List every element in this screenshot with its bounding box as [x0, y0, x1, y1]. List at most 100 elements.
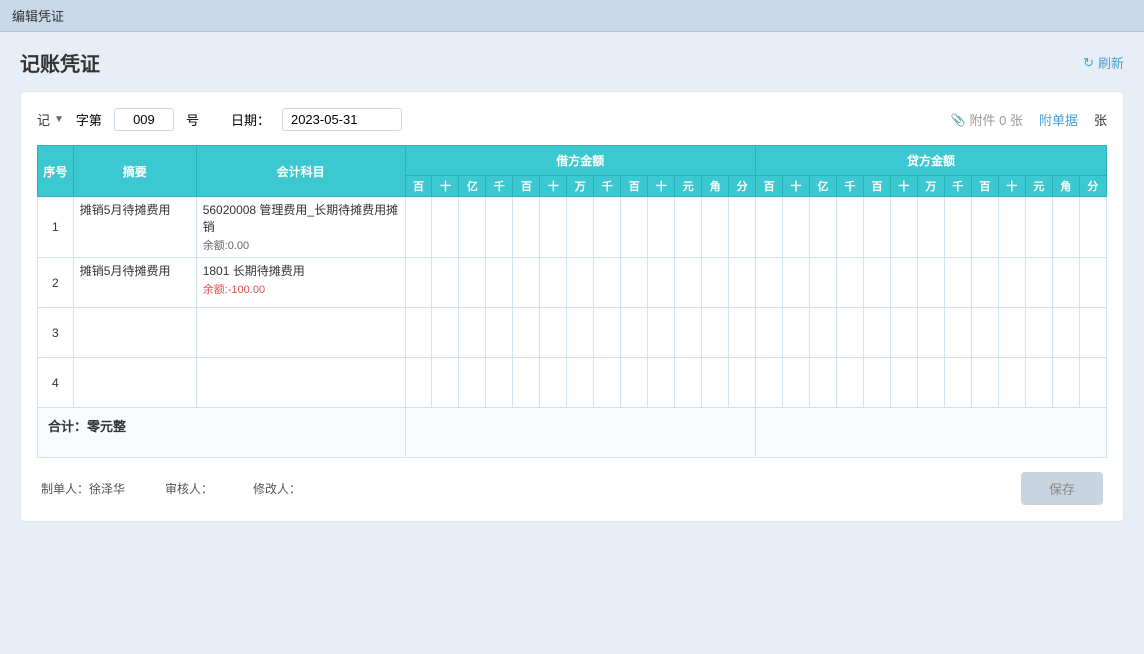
row-0-debit-10[interactable]: [675, 197, 702, 258]
row-0-debit-1[interactable]: [432, 197, 459, 258]
row-1-debit-3[interactable]: [486, 258, 513, 308]
attachment-link[interactable]: 📎 附件 0 张: [951, 110, 1023, 129]
row-3-debit-2[interactable]: [459, 358, 486, 408]
row-0-credit-1[interactable]: [783, 197, 810, 258]
row-0-credit-3[interactable]: [837, 197, 864, 258]
row-1-credit-11[interactable]: [1052, 258, 1079, 308]
row-1-debit-7[interactable]: [594, 258, 621, 308]
row-3-debit-0[interactable]: [405, 358, 432, 408]
row-2-debit-6[interactable]: [567, 308, 594, 358]
row-0-credit-9[interactable]: [998, 197, 1025, 258]
row-2-debit-12[interactable]: [729, 308, 756, 358]
row-1-summary[interactable]: 摊销5月待摊费用: [73, 258, 196, 308]
row-2-credit-0[interactable]: [756, 308, 783, 358]
row-0-credit-10[interactable]: [1025, 197, 1052, 258]
row-3-debit-9[interactable]: [648, 358, 675, 408]
row-0-credit-12[interactable]: [1079, 197, 1106, 258]
row-1-debit-11[interactable]: [702, 258, 729, 308]
row-0-debit-4[interactable]: [513, 197, 540, 258]
row-1-credit-5[interactable]: [890, 258, 917, 308]
row-2-credit-10[interactable]: [1025, 308, 1052, 358]
row-3-debit-3[interactable]: [486, 358, 513, 408]
row-2-credit-11[interactable]: [1052, 308, 1079, 358]
row-1-debit-2[interactable]: [459, 258, 486, 308]
row-0-credit-7[interactable]: [944, 197, 971, 258]
row-1-credit-12[interactable]: [1079, 258, 1106, 308]
save-button[interactable]: 保存: [1021, 472, 1103, 505]
row-0-debit-6[interactable]: [567, 197, 594, 258]
row-3-debit-8[interactable]: [621, 358, 648, 408]
row-0-debit-12[interactable]: [729, 197, 756, 258]
row-3-account[interactable]: [196, 358, 405, 408]
row-0-account[interactable]: 56020008 管理费用_长期待摊费用摊销余额:0.00: [196, 197, 405, 258]
single-doc-button[interactable]: 附单据: [1039, 110, 1078, 129]
row-3-credit-3[interactable]: [837, 358, 864, 408]
row-2-credit-6[interactable]: [917, 308, 944, 358]
voucher-type-select[interactable]: 记 ▼: [37, 110, 64, 129]
row-2-credit-7[interactable]: [944, 308, 971, 358]
row-3-debit-1[interactable]: [432, 358, 459, 408]
row-3-credit-2[interactable]: [810, 358, 837, 408]
date-input[interactable]: [282, 108, 402, 131]
row-2-credit-1[interactable]: [783, 308, 810, 358]
row-2-debit-1[interactable]: [432, 308, 459, 358]
row-3-debit-11[interactable]: [702, 358, 729, 408]
row-0-credit-6[interactable]: [917, 197, 944, 258]
row-3-credit-10[interactable]: [1025, 358, 1052, 408]
row-3-credit-9[interactable]: [998, 358, 1025, 408]
row-0-debit-8[interactable]: [621, 197, 648, 258]
row-2-credit-2[interactable]: [810, 308, 837, 358]
row-0-credit-2[interactable]: [810, 197, 837, 258]
row-3-debit-5[interactable]: [540, 358, 567, 408]
row-0-debit-9[interactable]: [648, 197, 675, 258]
row-1-debit-1[interactable]: [432, 258, 459, 308]
row-1-credit-4[interactable]: [863, 258, 890, 308]
row-1-credit-7[interactable]: [944, 258, 971, 308]
row-0-credit-11[interactable]: [1052, 197, 1079, 258]
row-3-credit-7[interactable]: [944, 358, 971, 408]
row-0-summary[interactable]: 摊销5月待摊费用: [73, 197, 196, 258]
row-3-debit-12[interactable]: [729, 358, 756, 408]
row-3-credit-5[interactable]: [890, 358, 917, 408]
row-1-credit-6[interactable]: [917, 258, 944, 308]
row-2-credit-3[interactable]: [837, 308, 864, 358]
row-2-debit-4[interactable]: [513, 308, 540, 358]
row-0-credit-8[interactable]: [971, 197, 998, 258]
row-0-credit-5[interactable]: [890, 197, 917, 258]
row-0-debit-0[interactable]: [405, 197, 432, 258]
row-1-debit-9[interactable]: [648, 258, 675, 308]
row-2-credit-4[interactable]: [863, 308, 890, 358]
row-3-debit-6[interactable]: [567, 358, 594, 408]
row-0-debit-2[interactable]: [459, 197, 486, 258]
row-1-credit-0[interactable]: [756, 258, 783, 308]
row-0-debit-5[interactable]: [540, 197, 567, 258]
row-1-debit-0[interactable]: [405, 258, 432, 308]
row-0-debit-7[interactable]: [594, 197, 621, 258]
row-1-credit-2[interactable]: [810, 258, 837, 308]
row-1-debit-8[interactable]: [621, 258, 648, 308]
row-1-debit-12[interactable]: [729, 258, 756, 308]
row-1-credit-10[interactable]: [1025, 258, 1052, 308]
row-0-debit-11[interactable]: [702, 197, 729, 258]
voucher-number-input[interactable]: [114, 108, 174, 131]
row-2-debit-2[interactable]: [459, 308, 486, 358]
row-1-debit-10[interactable]: [675, 258, 702, 308]
row-3-credit-1[interactable]: [783, 358, 810, 408]
row-3-credit-4[interactable]: [863, 358, 890, 408]
row-2-credit-9[interactable]: [998, 308, 1025, 358]
row-2-debit-11[interactable]: [702, 308, 729, 358]
row-2-debit-9[interactable]: [648, 308, 675, 358]
row-2-summary[interactable]: [73, 308, 196, 358]
row-3-credit-0[interactable]: [756, 358, 783, 408]
row-0-credit-4[interactable]: [863, 197, 890, 258]
row-1-debit-4[interactable]: [513, 258, 540, 308]
row-1-credit-8[interactable]: [971, 258, 998, 308]
row-3-summary[interactable]: [73, 358, 196, 408]
row-2-credit-5[interactable]: [890, 308, 917, 358]
row-2-credit-12[interactable]: [1079, 308, 1106, 358]
row-0-debit-3[interactable]: [486, 197, 513, 258]
row-2-debit-5[interactable]: [540, 308, 567, 358]
row-2-debit-7[interactable]: [594, 308, 621, 358]
row-1-account[interactable]: 1801 长期待摊费用余额:-100.00: [196, 258, 405, 308]
row-3-credit-6[interactable]: [917, 358, 944, 408]
